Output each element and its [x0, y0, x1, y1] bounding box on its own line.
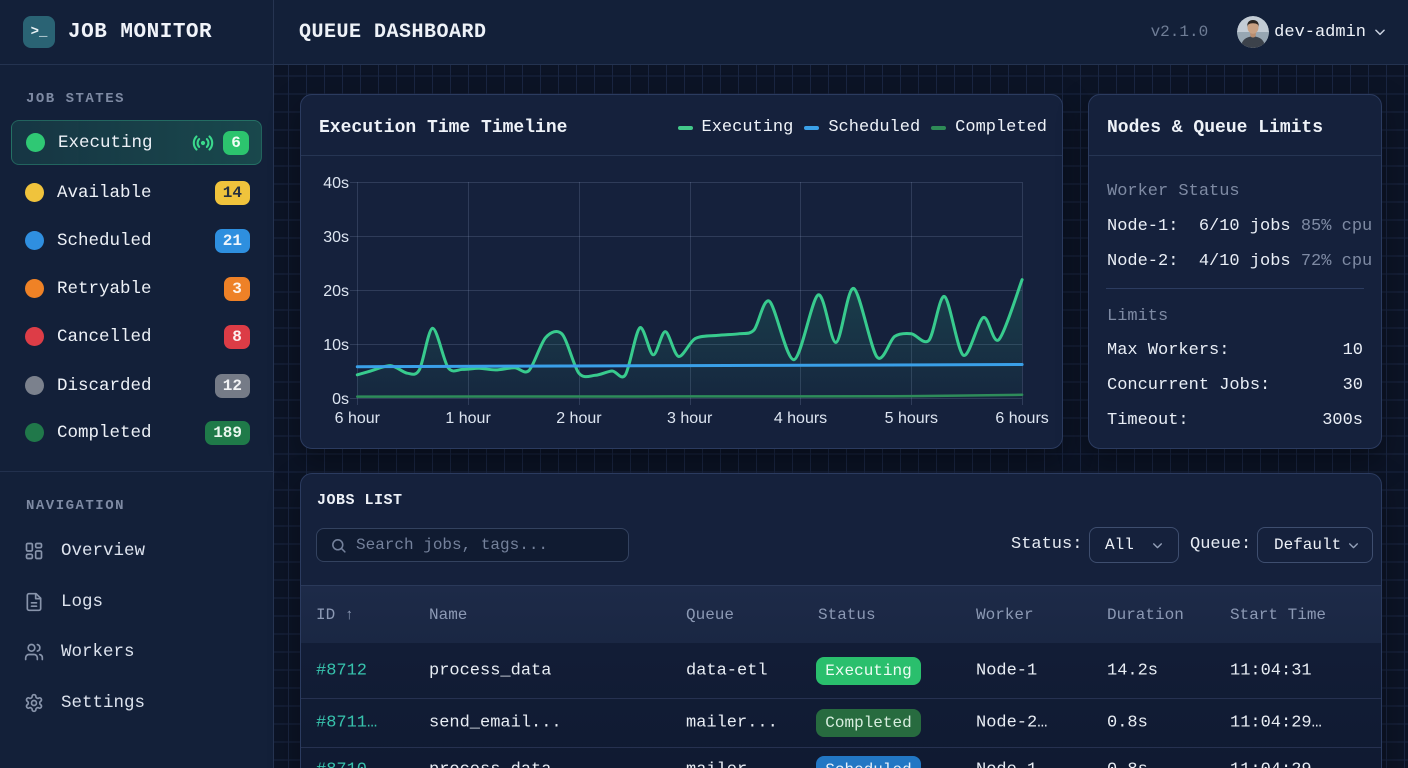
svg-text:20s: 20s [323, 283, 349, 300]
svg-text:6 hours: 6 hours [995, 410, 1048, 427]
svg-text:10s: 10s [323, 337, 349, 354]
svg-text:2 hour: 2 hour [556, 410, 602, 427]
svg-text:40s: 40s [323, 175, 349, 192]
svg-text:0s: 0s [332, 391, 349, 408]
svg-text:4 hours: 4 hours [774, 410, 827, 427]
svg-text:3 hour: 3 hour [667, 410, 713, 427]
svg-text:6 hour: 6 hour [335, 410, 381, 427]
svg-text:30s: 30s [323, 229, 349, 246]
svg-text:1 hour: 1 hour [445, 410, 491, 427]
svg-text:5 hours: 5 hours [885, 410, 938, 427]
